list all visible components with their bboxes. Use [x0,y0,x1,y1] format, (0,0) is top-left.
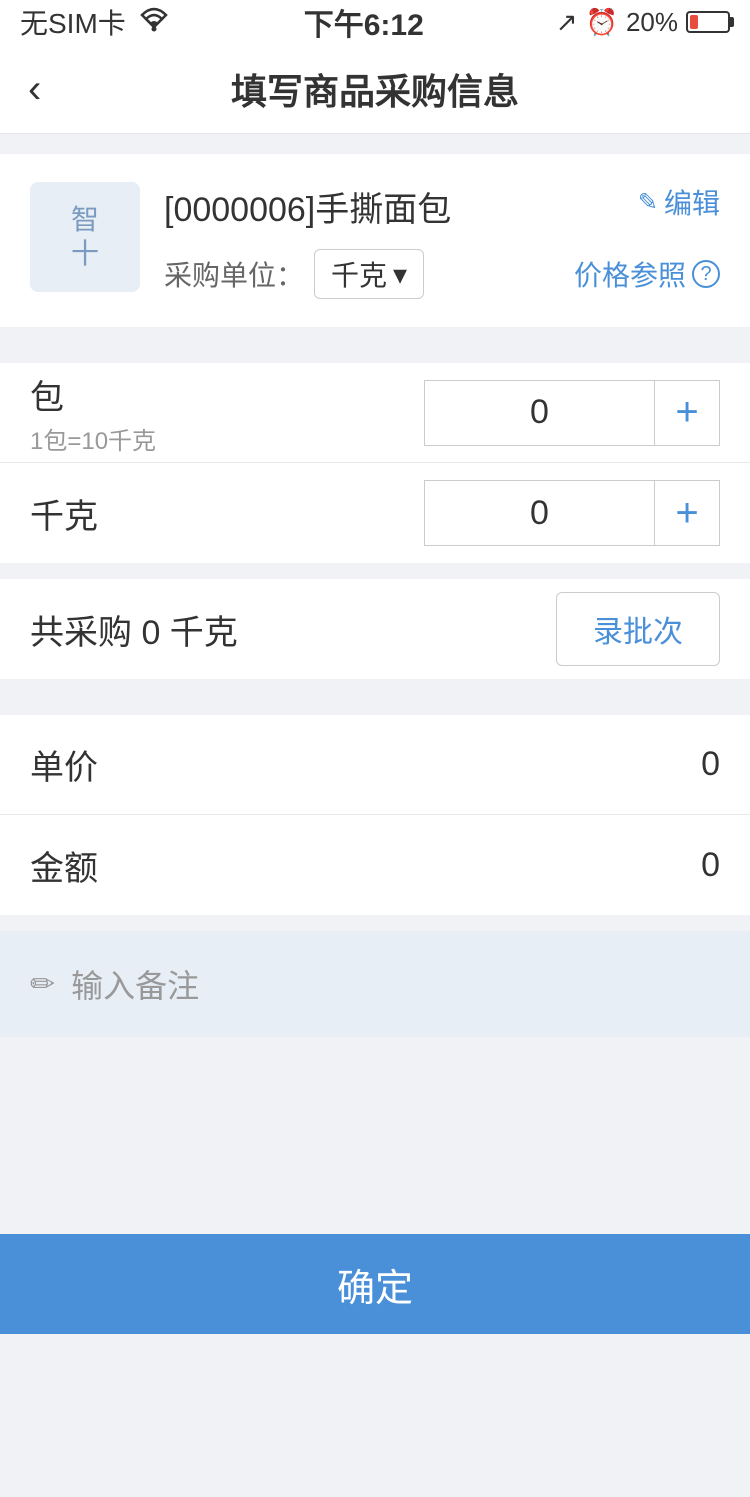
note-placeholder: 输入备注 [71,961,199,1007]
edit-icon: ✎ [638,188,658,217]
sep-1 [0,134,750,154]
status-right: ↗ ⏰ 20% [556,7,730,38]
nav-bar: ‹ 填写商品采购信息 [0,44,750,134]
bag-quantity-input[interactable] [424,380,654,446]
carrier-text: 无SIM卡 [20,2,126,42]
bag-input-row: 包 1包=10千克 + [0,363,750,463]
unit-price-label: 单价 [30,740,98,789]
kg-plus-button[interactable]: + [654,480,720,546]
amount-row: 金额 0 [0,815,750,915]
product-image: 智 十 [30,182,140,292]
bag-sub-label: 1包=10千克 [30,421,190,456]
summary-section: 共采购 0 千克 录批次 [0,579,750,679]
content-spacer [0,1037,750,1397]
kg-input-row: 千克 + [0,463,750,563]
edit-button[interactable]: ✎ 编辑 [638,182,720,222]
back-button[interactable]: ‹ [28,69,41,109]
bag-label: 包 [30,370,190,419]
unit-label: 采购单位： 千克 ▾ [164,249,424,299]
confirm-label: 确定 [337,1257,413,1312]
wifi-icon [136,5,172,40]
price-section: 单价 0 金额 0 [0,715,750,915]
amount-value: 0 [701,846,720,885]
battery-icon [686,11,730,33]
unit-price-row: 单价 0 [0,715,750,815]
unit-select[interactable]: 千克 ▾ [314,249,424,299]
battery-percent: 20% [626,7,678,38]
product-name: [0000006]手撕面包 [164,182,451,231]
summary-text: 共采购 0 千克 [30,605,238,654]
input-section: 包 1包=10千克 + 千克 + [0,363,750,563]
status-left: 无SIM卡 [20,2,172,42]
note-section[interactable]: ✏ 输入备注 [0,931,750,1037]
kg-label: 千克 [30,489,190,538]
alarm-icon: ⏰ [586,7,618,38]
help-icon: ? [692,260,720,288]
confirm-button[interactable]: 确定 [0,1234,750,1334]
price-reference-button[interactable]: 价格参照 ? [574,254,720,294]
product-logo: 智 十 [71,203,99,270]
status-bar: 无SIM卡 下午6:12 ↗ ⏰ 20% [0,0,750,44]
status-time: 下午6:12 [304,0,424,44]
unit-price-value: 0 [701,745,720,784]
dropdown-icon: ▾ [393,258,407,291]
sep-2 [0,327,750,347]
page-title: 填写商品采购信息 [231,63,519,115]
pencil-icon: ✏ [30,967,55,1002]
bag-plus-button[interactable]: + [654,380,720,446]
kg-quantity-input[interactable] [424,480,654,546]
location-icon: ↗ [556,7,578,38]
product-info: [0000006]手撕面包 ✎ 编辑 采购单位： 千克 ▾ 价格参照 ? [164,182,720,299]
sep-3 [0,679,750,699]
amount-label: 金额 [30,841,98,890]
product-card: 智 十 [0000006]手撕面包 ✎ 编辑 采购单位： 千克 ▾ [0,154,750,327]
batch-button[interactable]: 录批次 [556,592,720,666]
